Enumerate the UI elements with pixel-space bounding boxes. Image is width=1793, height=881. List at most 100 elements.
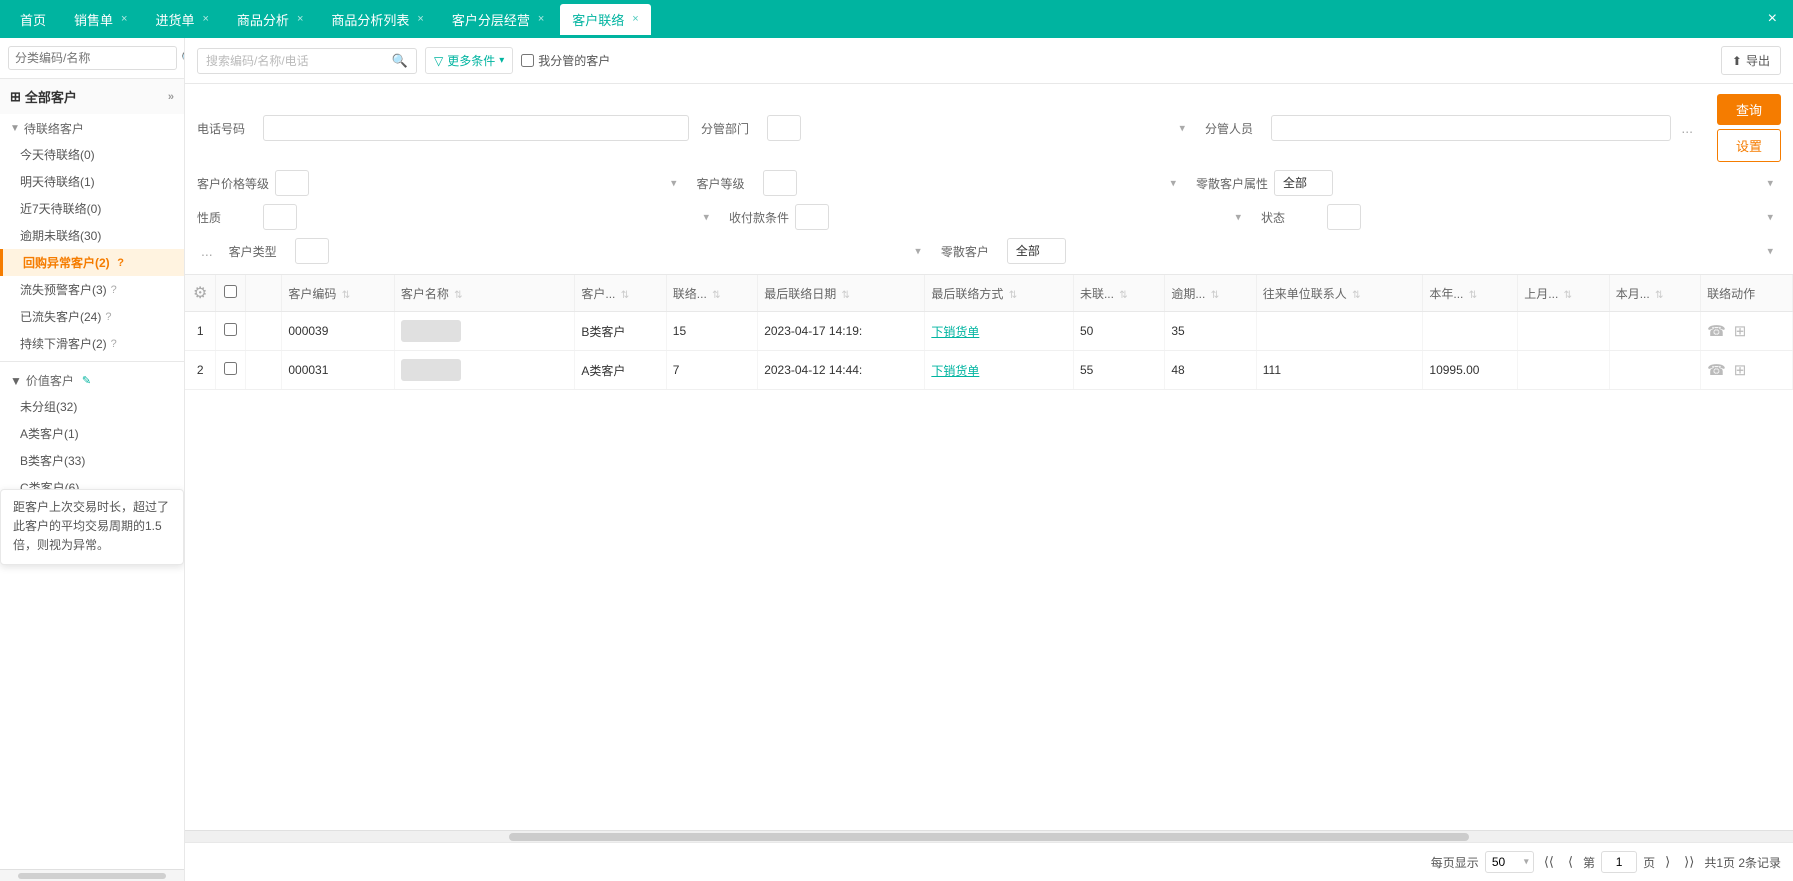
filter-status-select[interactable] xyxy=(1327,204,1361,230)
prev-page-button[interactable]: ⟨ xyxy=(1564,852,1577,872)
sidebar-item-lost-pre[interactable]: 流失预警客户(3) ? xyxy=(0,276,184,303)
th-not-contacted[interactable]: 未联... ⇅ xyxy=(1073,275,1164,312)
filter-retail-attr-select[interactable]: 全部 xyxy=(1274,170,1333,196)
export-button[interactable]: ⬆ 导出 xyxy=(1721,46,1781,75)
nav-tab-purchase[interactable]: 进货单 × xyxy=(143,4,220,35)
sidebar-divider xyxy=(0,361,184,362)
per-page-select[interactable]: 50 100 200 xyxy=(1485,851,1534,873)
close-icon[interactable]: × xyxy=(121,13,127,25)
row-checkbox[interactable] xyxy=(224,323,237,336)
last-page-button[interactable]: ⟩⟩ xyxy=(1680,852,1698,872)
search-input[interactable] xyxy=(206,54,386,68)
th-contact[interactable]: 联络... ⇅ xyxy=(666,275,757,312)
nav-tab-product-list[interactable]: 商品分析列表 × xyxy=(319,4,435,35)
search-icon[interactable]: 🔍 xyxy=(392,53,408,69)
filter-dept-label: 分管部门 xyxy=(701,120,761,137)
th-last-contact-method[interactable]: 最后联络方式 ⇅ xyxy=(925,275,1074,312)
sort-icon: ⇅ xyxy=(1352,290,1360,301)
horizontal-scroll-bar[interactable] xyxy=(185,830,1793,842)
table-wrapper[interactable]: ⚙ 客户编码 ⇅ 客户名称 xyxy=(185,275,1793,830)
sidebar-search-bar: 🔍 xyxy=(0,38,184,79)
my-customer-checkbox-label[interactable]: 我分管的客户 xyxy=(521,52,610,69)
th-settings[interactable]: ⚙ xyxy=(185,275,216,312)
sidebar-value-customer-group[interactable]: ▼ 价值客户 ✎ xyxy=(0,366,184,393)
filter-gender-select[interactable] xyxy=(263,204,297,230)
close-all-tabs[interactable]: × xyxy=(1760,6,1785,32)
close-icon[interactable]: × xyxy=(202,13,208,25)
filter-payment-select[interactable] xyxy=(795,204,829,230)
sidebar-item-already-lost[interactable]: 已流失客户(24) ? xyxy=(0,303,184,330)
nav-tab-customer-segment[interactable]: 客户分层经营 × xyxy=(440,4,556,35)
page-input[interactable] xyxy=(1601,851,1637,873)
person-dots-button[interactable]: ... xyxy=(1677,120,1697,136)
sidebar-item-class-b[interactable]: B类客户(33) xyxy=(0,447,184,474)
close-icon[interactable]: × xyxy=(297,13,303,25)
close-icon[interactable]: × xyxy=(538,13,544,25)
filter-customer-level-select[interactable] xyxy=(763,170,797,196)
nav-tab-customer-contact[interactable]: 客户联络 × xyxy=(560,4,650,35)
tooltip-repurchase: 距客户上次交易时长，超过了此客户的平均交易周期的1.5倍，则视为异常。 xyxy=(0,489,184,565)
filter-row-1: 电话号码 分管部门 分管人员 ... 查询 xyxy=(197,94,1781,162)
td-name xyxy=(394,351,575,390)
edit-icon[interactable]: ✎ xyxy=(82,374,91,387)
more-action-icon[interactable]: ⊞ xyxy=(1734,322,1747,340)
first-page-button[interactable]: ⟨⟨ xyxy=(1540,852,1558,872)
sidebar-pending-contact-group[interactable]: ▼ 待联络客户 xyxy=(0,114,184,141)
th-last-month[interactable]: 上月... ⇅ xyxy=(1518,275,1609,312)
already-lost-hint-icon[interactable]: ? xyxy=(105,311,111,323)
my-customer-checkbox[interactable] xyxy=(521,54,534,67)
th-this-year[interactable]: 本年... ⇅ xyxy=(1423,275,1518,312)
phone-action-icon[interactable]: ☎ xyxy=(1707,361,1726,379)
close-icon[interactable]: × xyxy=(632,13,638,25)
sidebar-item-overdue[interactable]: 逾期未联络(30) xyxy=(0,222,184,249)
th-name[interactable]: 客户名称 ⇅ xyxy=(394,275,575,312)
sidebar-search-input[interactable] xyxy=(8,46,177,70)
th-this-month[interactable]: 本月... ⇅ xyxy=(1609,275,1700,312)
settings-button[interactable]: 设置 xyxy=(1717,129,1781,162)
filter-phone-input[interactable] xyxy=(263,115,689,141)
filter-person-label: 分管人员 xyxy=(1205,120,1265,137)
more-filters-button[interactable]: ▽ 更多条件 ▾ xyxy=(425,47,513,74)
table-settings-icon[interactable]: ⚙ xyxy=(191,283,209,304)
filter-price-level-select[interactable] xyxy=(275,170,309,196)
sidebar-item-repurchase-anomaly[interactable]: 回购异常客户(2) ? xyxy=(0,249,184,276)
sidebar-item-keep-decreasing[interactable]: 持续下滑客户(2) ? xyxy=(0,330,184,357)
th-last-contact-date[interactable]: 最后联络日期 ⇅ xyxy=(758,275,925,312)
close-icon[interactable]: × xyxy=(417,13,423,25)
sidebar-all-customers[interactable]: ⊞ 全部客户 » xyxy=(0,79,184,114)
last-method-link[interactable]: 下销货单 xyxy=(931,364,979,378)
th-unit-contact[interactable]: 往来单位联系人 ⇅ xyxy=(1256,275,1423,312)
nav-tab-product-analysis[interactable]: 商品分析 × xyxy=(225,4,315,35)
more-filters-dots[interactable]: ... xyxy=(197,243,217,259)
sidebar-item-7days[interactable]: 近7天待联络(0) xyxy=(0,195,184,222)
sidebar-scroll-bar[interactable] xyxy=(0,869,184,881)
sidebar-item-tomorrow[interactable]: 明天待联络(1) xyxy=(0,168,184,195)
filter-customer-type-select[interactable] xyxy=(295,238,329,264)
filter-retail-customer-select[interactable]: 全部 xyxy=(1007,238,1066,264)
more-action-icon[interactable]: ⊞ xyxy=(1734,361,1747,379)
sidebar-item-class-a[interactable]: A类客户(1) xyxy=(0,420,184,447)
sort-icon: ⇅ xyxy=(1211,290,1219,301)
filter-dept-select[interactable] xyxy=(767,115,801,141)
nav-home[interactable]: 首页 xyxy=(8,4,58,35)
th-overdue[interactable]: 逾期... ⇅ xyxy=(1165,275,1256,312)
th-type[interactable]: 客户... ⇅ xyxy=(575,275,666,312)
sidebar-item-unclassified[interactable]: 未分组(32) xyxy=(0,393,184,420)
filter-customer-level: 客户等级 xyxy=(697,170,1185,196)
lost-pre-hint-icon[interactable]: ? xyxy=(111,284,117,296)
sidebar-item-today[interactable]: 今天待联络(0) xyxy=(0,141,184,168)
anomaly-hint-icon[interactable]: ? xyxy=(114,256,128,270)
top-navigation: 首页 销售单 × 进货单 × 商品分析 × 商品分析列表 × 客户分层经营 × … xyxy=(0,0,1793,38)
query-button[interactable]: 查询 xyxy=(1717,94,1781,125)
filter-row-2: 客户价格等级 客户等级 零散客户属性 xyxy=(197,170,1781,196)
th-code[interactable]: 客户编码 ⇅ xyxy=(282,275,394,312)
select-all-checkbox[interactable] xyxy=(224,285,237,298)
row-checkbox[interactable] xyxy=(224,362,237,375)
nav-tab-sales[interactable]: 销售单 × xyxy=(62,4,139,35)
filter-person-input[interactable] xyxy=(1271,115,1671,141)
last-method-link[interactable]: 下销货单 xyxy=(931,325,979,339)
phone-action-icon[interactable]: ☎ xyxy=(1707,322,1726,340)
keep-decreasing-hint-icon[interactable]: ? xyxy=(111,338,117,350)
filter-person: 分管人员 ... xyxy=(1205,115,1697,141)
next-page-button[interactable]: ⟩ xyxy=(1661,852,1674,872)
